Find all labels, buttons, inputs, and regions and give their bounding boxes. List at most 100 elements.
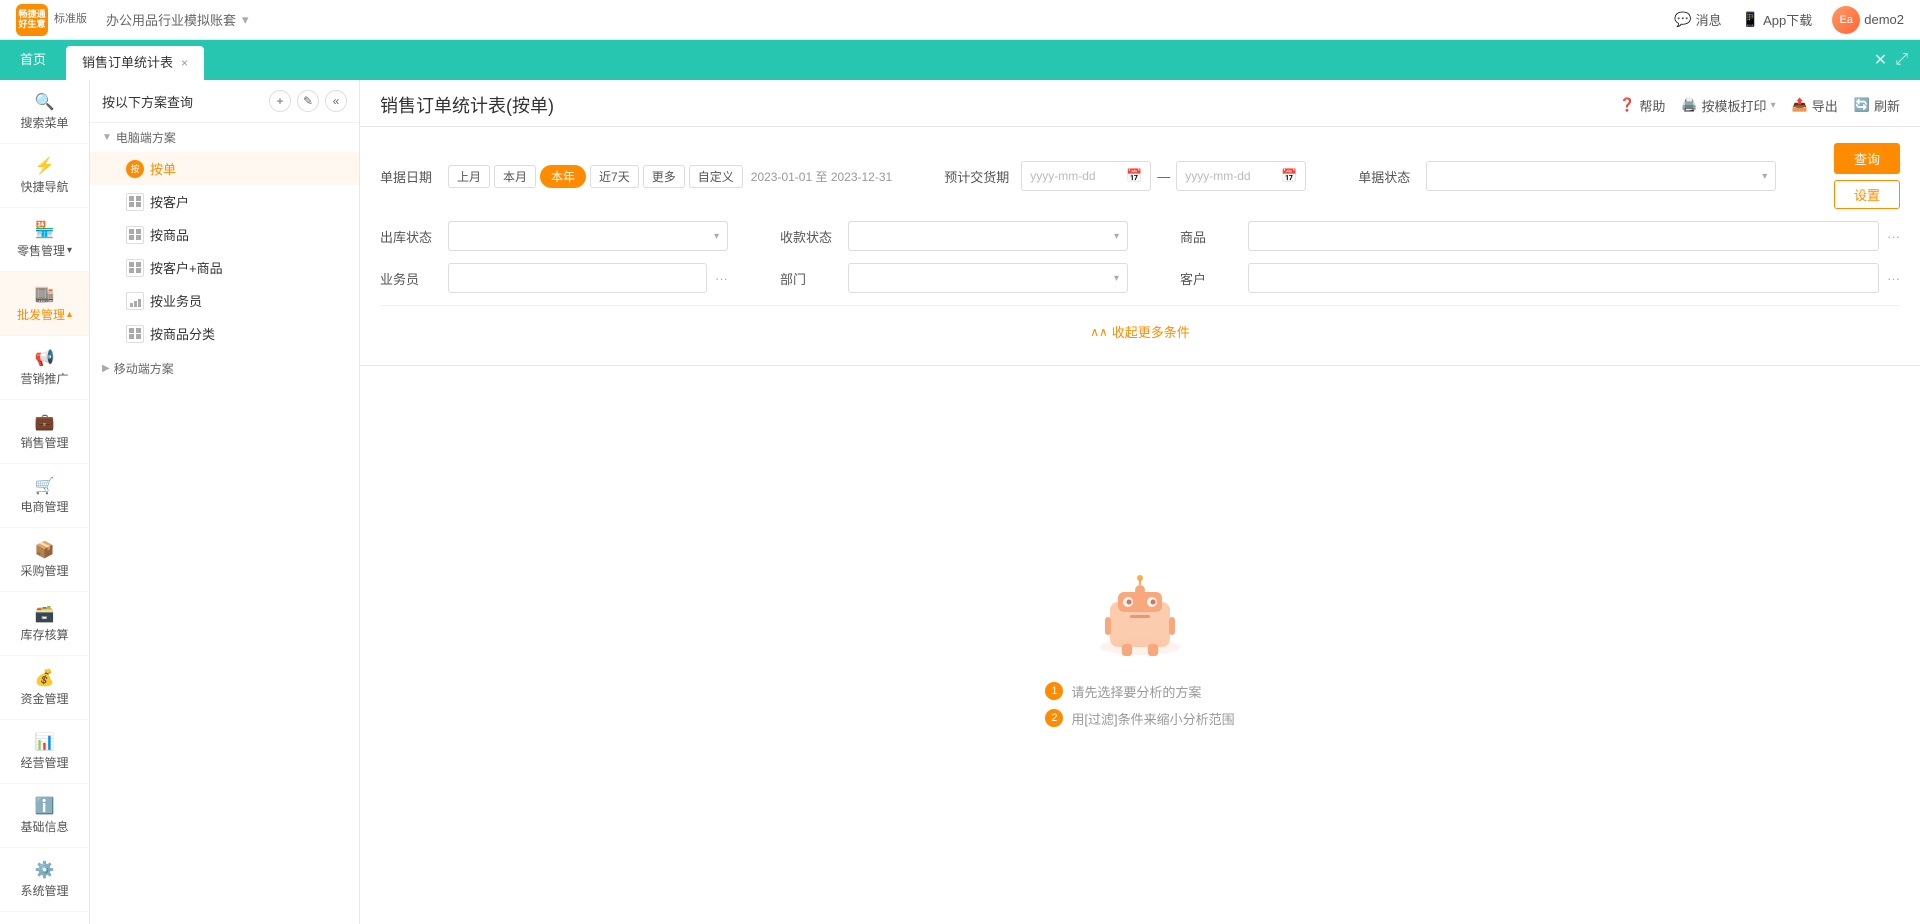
avatar: Ea bbox=[1832, 6, 1860, 34]
sidebar-item-marketing[interactable]: 📢 营销推广 bbox=[0, 336, 89, 400]
tab-sales-order[interactable]: 销售订单统计表 × bbox=[66, 46, 204, 80]
sidebar-item-sales[interactable]: 💼 销售管理 bbox=[0, 400, 89, 464]
operations-icon: 📊 bbox=[0, 732, 89, 752]
salesperson-input[interactable] bbox=[448, 263, 707, 293]
date-filter-btns: 上月 本月 本年 近7天 更多 自定义 2023-01-01 至 2023-12… bbox=[448, 165, 892, 188]
inventory-icon: 🗃️ bbox=[0, 604, 89, 624]
edit-scheme-btn[interactable]: ✎ bbox=[297, 90, 319, 112]
date-btn-this-year[interactable]: 本年 bbox=[540, 165, 586, 188]
sidebar: 🔍 搜索菜单 ⚡ 快捷导航 🏪 零售管理 ▾ 🏬 批发管理 ▴ 📢 营销推广 bbox=[0, 80, 90, 924]
calendar-end-icon: 📅 bbox=[1281, 168, 1297, 184]
pc-section-header[interactable]: ▼ 电脑端方案 bbox=[90, 123, 359, 152]
tree-item-by-customer-goods[interactable]: 按客户+商品 bbox=[90, 251, 359, 284]
empty-tips: 1 请先选择要分析的方案 2 用[过滤]条件来缩小分析范围 bbox=[1045, 682, 1234, 728]
empty-illustration bbox=[1080, 562, 1200, 662]
refresh-btn[interactable]: 🔄 刷新 bbox=[1854, 96, 1900, 115]
date-btn-custom[interactable]: 自定义 bbox=[689, 165, 743, 188]
sales-icon: 💼 bbox=[0, 412, 89, 432]
department-select[interactable]: ▾ bbox=[848, 263, 1128, 293]
sidebar-item-retail[interactable]: 🏪 零售管理 ▾ bbox=[0, 208, 89, 272]
app-download-btn[interactable]: 📱 App下载 bbox=[1742, 10, 1813, 29]
customer-input[interactable] bbox=[1248, 263, 1879, 293]
system-icon: ⚙️ bbox=[0, 860, 89, 880]
message-btn[interactable]: 💬 消息 bbox=[1674, 10, 1721, 29]
breadcrumb[interactable]: 办公用品行业模拟账套 ▾ bbox=[106, 10, 249, 29]
settings-btn[interactable]: 设置 bbox=[1834, 180, 1900, 209]
sidebar-item-inventory[interactable]: 🗃️ 库存核算 bbox=[0, 592, 89, 656]
sidebar-item-wholesale[interactable]: 🏬 批发管理 ▴ bbox=[0, 272, 89, 336]
sidebar-item-search[interactable]: 🔍 搜索菜单 bbox=[0, 80, 89, 144]
query-buttons: 查询 设置 bbox=[1834, 143, 1900, 209]
date-btn-more[interactable]: 更多 bbox=[643, 165, 685, 188]
tree-item-by-category[interactable]: 按商品分类 bbox=[90, 317, 359, 350]
print-icon: 🖨️ bbox=[1681, 97, 1697, 113]
sidebar-item-enterprise[interactable]: 🤝 企业协同 bbox=[0, 912, 89, 924]
triangle-right-icon: ▶ bbox=[102, 363, 110, 374]
add-scheme-btn[interactable]: + bbox=[269, 90, 291, 112]
sidebar-item-basic-info[interactable]: ℹ️ 基础信息 bbox=[0, 784, 89, 848]
filter-container: 单据日期 上月 本月 本年 近7天 更多 自定义 2023-01-01 至 20… bbox=[360, 127, 1920, 366]
page-header: 销售订单统计表(按单) ❓ 帮助 🖨️ 按模板打印 ▾ 📤 导出 bbox=[360, 80, 1920, 127]
refresh-icon: 🔄 bbox=[1854, 97, 1870, 113]
sidebar-item-quick-nav[interactable]: ⚡ 快捷导航 bbox=[0, 144, 89, 208]
left-panel-actions: + ✎ « bbox=[269, 90, 347, 112]
delivery-label: 出库状态 bbox=[380, 227, 436, 246]
query-btn[interactable]: 查询 bbox=[1834, 143, 1900, 174]
goods-more-btn[interactable]: ··· bbox=[1887, 229, 1900, 244]
triangle-icon: ▼ bbox=[102, 132, 112, 143]
page-title: 销售订单统计表(按单) bbox=[380, 92, 554, 118]
top-bar: 畅捷通好生意 标准版 办公用品行业模拟账套 ▾ 💬 消息 📱 App下载 Ea … bbox=[0, 0, 1920, 40]
print-btn[interactable]: 🖨️ 按模板打印 ▾ bbox=[1681, 96, 1775, 115]
tree-item-by-customer[interactable]: 按客户 bbox=[90, 185, 359, 218]
user-area[interactable]: Ea demo2 bbox=[1832, 6, 1904, 34]
filter-row-3: 业务员 ··· 部门 ▾ 客户 bbox=[380, 263, 1900, 293]
status-label: 单据状态 bbox=[1358, 167, 1414, 186]
payment-arrow: ▾ bbox=[1114, 231, 1119, 242]
status-select[interactable]: ▾ bbox=[1426, 161, 1776, 191]
by-customer-goods-icon bbox=[126, 259, 144, 277]
sidebar-item-finance[interactable]: 💰 资金管理 bbox=[0, 656, 89, 720]
empty-tip-1: 1 请先选择要分析的方案 bbox=[1045, 682, 1234, 701]
payment-select[interactable]: ▾ bbox=[848, 221, 1128, 251]
date-btn-last-month[interactable]: 上月 bbox=[448, 165, 490, 188]
help-btn[interactable]: ❓ 帮助 bbox=[1619, 96, 1665, 115]
forecast-date-start[interactable]: yyyy-mm-dd 📅 bbox=[1021, 161, 1151, 191]
mobile-section-header[interactable]: ▶ 移动端方案 bbox=[90, 354, 359, 383]
tab-home[interactable]: 首页 bbox=[0, 40, 66, 80]
empty-state: 1 请先选择要分析的方案 2 用[过滤]条件来缩小分析范围 bbox=[360, 366, 1920, 924]
forecast-date-group: yyyy-mm-dd 📅 — yyyy-mm-dd 📅 bbox=[1021, 161, 1306, 191]
export-btn[interactable]: 📤 导出 bbox=[1792, 96, 1838, 115]
logo-area: 畅捷通好生意 标准版 bbox=[16, 4, 106, 36]
customer-more-btn[interactable]: ··· bbox=[1887, 271, 1900, 286]
sidebar-item-system[interactable]: ⚙️ 系统管理 bbox=[0, 848, 89, 912]
tree-item-by-order[interactable]: 按 按单 bbox=[90, 152, 359, 185]
marketing-icon: 📢 bbox=[0, 348, 89, 368]
dept-arrow: ▾ bbox=[1114, 273, 1119, 284]
sidebar-item-ecommerce[interactable]: 🛒 电商管理 bbox=[0, 464, 89, 528]
tab-close-btn[interactable]: × bbox=[181, 46, 188, 80]
collapse-up-icon: ∧∧ bbox=[1090, 325, 1108, 339]
customer-label: 客户 bbox=[1180, 269, 1236, 288]
date-btn-last-7-days[interactable]: 近7天 bbox=[590, 165, 639, 188]
delivery-select[interactable]: ▾ bbox=[448, 221, 728, 251]
wholesale-icon: 🏬 bbox=[0, 284, 89, 304]
window-expand-icon[interactable]: ⤢ bbox=[1895, 51, 1908, 69]
window-close-icon[interactable]: ✕ bbox=[1874, 50, 1887, 70]
sidebar-item-purchase[interactable]: 📦 采购管理 bbox=[0, 528, 89, 592]
print-arrow-icon: ▾ bbox=[1771, 100, 1776, 111]
salesperson-more-btn[interactable]: ··· bbox=[715, 271, 728, 286]
sidebar-item-operations[interactable]: 📊 经营管理 bbox=[0, 720, 89, 784]
content-area: 按以下方案查询 + ✎ « ▼ 电脑端方案 按 按单 bbox=[90, 80, 1920, 924]
filter-row-1: 单据日期 上月 本月 本年 近7天 更多 自定义 2023-01-01 至 20… bbox=[380, 143, 1900, 209]
tree-item-by-goods[interactable]: 按商品 bbox=[90, 218, 359, 251]
purchase-icon: 📦 bbox=[0, 540, 89, 560]
date-btn-this-month[interactable]: 本月 bbox=[494, 165, 536, 188]
tree-item-by-salesperson[interactable]: 按业务员 bbox=[90, 284, 359, 317]
collapse-btn[interactable]: ∧∧ 收起更多条件 bbox=[1082, 314, 1198, 349]
right-panel: 销售订单统计表(按单) ❓ 帮助 🖨️ 按模板打印 ▾ 📤 导出 bbox=[360, 80, 1920, 924]
tab-bar: 首页 销售订单统计表 × ✕ ⤢ bbox=[0, 40, 1920, 80]
collapse-panel-btn[interactable]: « bbox=[325, 90, 347, 112]
by-goods-icon bbox=[126, 226, 144, 244]
goods-input[interactable] bbox=[1248, 221, 1879, 251]
forecast-date-end[interactable]: yyyy-mm-dd 📅 bbox=[1176, 161, 1306, 191]
